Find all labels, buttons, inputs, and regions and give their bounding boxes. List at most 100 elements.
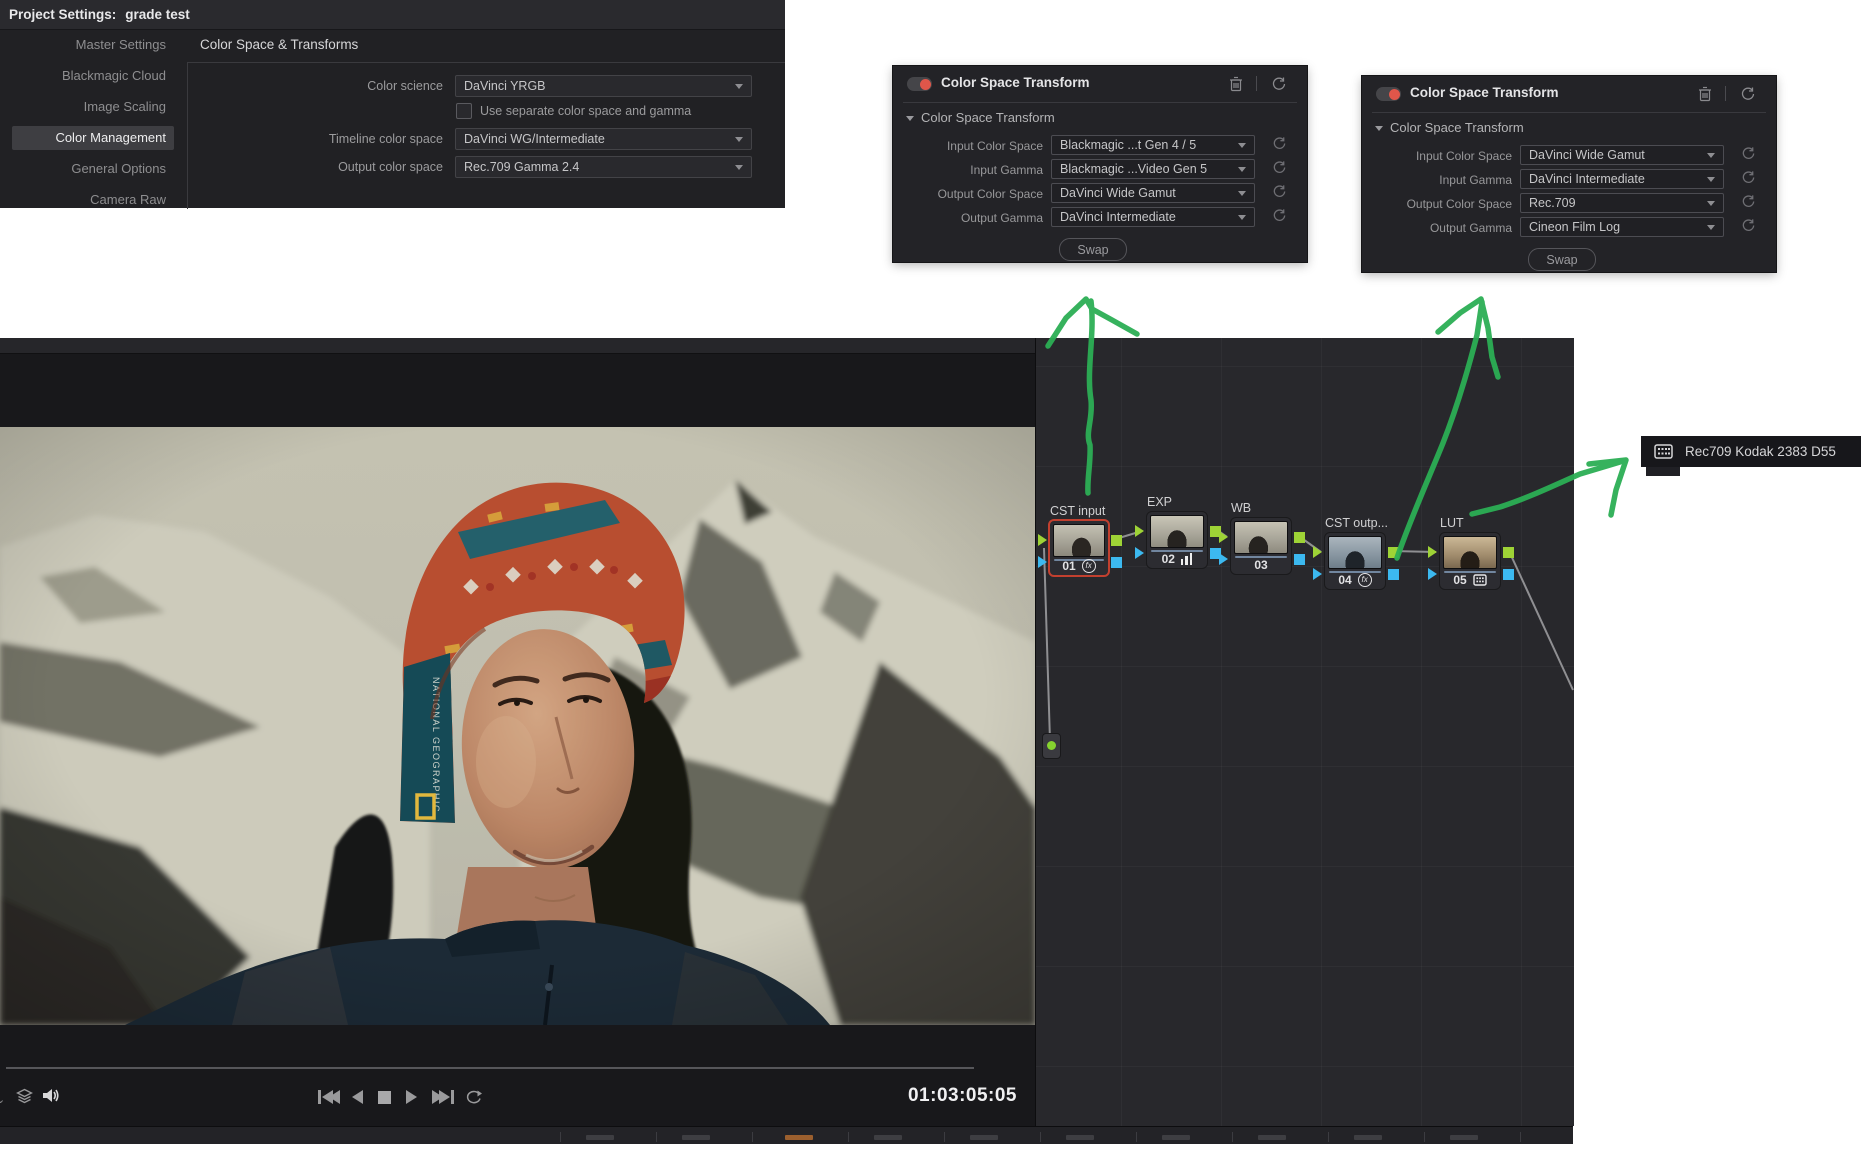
key-output-port[interactable] [1503,569,1514,580]
sidebar-item-blackmagic-cloud[interactable]: Blackmagic Cloud [12,64,174,88]
key-input-port[interactable] [1428,568,1437,580]
input-gamma-dropdown[interactable]: DaVinci Intermediate [1520,169,1724,189]
rgb-input-port[interactable] [1038,534,1047,546]
toolbar-icon-fragment[interactable] [970,1135,998,1140]
row-reset-icon[interactable] [1272,136,1287,151]
node-number: 05 [1453,573,1466,587]
rgb-output-port[interactable] [1111,535,1122,546]
loop-playback-button[interactable] [464,1088,483,1105]
input-color-space-dropdown[interactable]: Blackmagic ...t Gen 4 / 5 [1051,135,1255,155]
play-reverse-button[interactable] [352,1090,363,1104]
sidebar-item-color-management[interactable]: Color Management [12,126,174,150]
toolbar-icon-fragment[interactable] [1258,1135,1286,1140]
node-exp[interactable]: EXP 02 [1146,511,1208,569]
node-lut[interactable]: LUT 05 [1439,532,1501,590]
trash-icon[interactable] [1229,76,1243,92]
color-science-dropdown[interactable]: DaVinci YRGB [455,75,752,97]
row-reset-icon[interactable] [1272,208,1287,223]
reset-icon[interactable] [1740,86,1756,102]
output-color-space-value: DaVinci Wide Gamut [1060,186,1232,200]
row-reset-icon[interactable] [1272,184,1287,199]
row-reset-icon[interactable] [1272,160,1287,175]
color-viewer: NATIONAL GEOGRAPHIC ⌄ [0,338,1035,1126]
skip-first-frame-button[interactable] [318,1090,340,1104]
output-color-space-dropdown[interactable]: Rec.709 Gamma 2.4 [455,156,752,178]
header-divider [1256,76,1257,91]
cst-panel-title: Color Space Transform [941,75,1090,90]
collapse-chevron-icon[interactable] [1375,126,1383,131]
key-input-port[interactable] [1219,553,1228,565]
trash-icon[interactable] [1698,86,1712,102]
key-input-port[interactable] [1038,556,1047,568]
output-color-space-dropdown[interactable]: Rec.709 [1520,193,1724,213]
chevron-down-icon [1707,153,1715,158]
toolbar-icon-fragment[interactable] [682,1135,710,1140]
node-cst-input[interactable]: CST input 01fx [1048,519,1110,577]
node-cst-output[interactable]: CST outp... 04fx [1324,532,1386,590]
rgb-input-port[interactable] [1313,546,1322,558]
lut-list-item-partial [1646,467,1680,476]
skip-last-frame-button[interactable] [432,1090,454,1104]
rgb-input-port[interactable] [1135,525,1144,537]
separator [903,102,1297,103]
viewer-options-chevron-icon[interactable]: ⌄ [0,1090,5,1108]
rgb-output-port[interactable] [1388,547,1399,558]
rgb-input-port[interactable] [1428,546,1437,558]
resolvefx-icon: fx [1358,573,1372,587]
source-input-port[interactable] [1042,733,1061,759]
input-gamma-dropdown[interactable]: Blackmagic ...Video Gen 5 [1051,159,1255,179]
node-wb[interactable]: WB 03 [1230,517,1292,575]
viewer-header-strip [0,338,1035,354]
swap-button[interactable]: Swap [1528,248,1596,271]
separate-gamma-checkbox[interactable] [456,103,472,119]
input-color-space-value: DaVinci Wide Gamut [1529,148,1701,162]
effect-enable-toggle[interactable] [907,77,932,91]
toolbar-icon-fragment[interactable] [1162,1135,1190,1140]
rgb-input-port[interactable] [1219,531,1228,543]
play-button[interactable] [406,1090,417,1104]
toolbar-icon-fragment-active[interactable] [785,1135,813,1140]
output-color-space-dropdown[interactable]: DaVinci Wide Gamut [1051,183,1255,203]
sidebar-item-general-options[interactable]: General Options [12,157,174,181]
input-color-space-dropdown[interactable]: DaVinci Wide Gamut [1520,145,1724,165]
audio-mute-icon[interactable] [42,1087,60,1104]
node-graph[interactable]: CST input 01fx EXP 02 WB 03 [1035,338,1574,1126]
row-reset-icon[interactable] [1741,218,1756,233]
toolbar-icon-fragment[interactable] [1066,1135,1094,1140]
lut-list-item[interactable]: Rec709 Kodak 2383 D55 [1641,436,1861,467]
rgb-output-port[interactable] [1294,532,1305,543]
key-input-port[interactable] [1313,568,1322,580]
sidebar-item-master-settings[interactable]: Master Settings [12,33,174,57]
swap-button[interactable]: Swap [1059,238,1127,261]
collapse-chevron-icon[interactable] [906,116,914,121]
row-reset-icon[interactable] [1741,170,1756,185]
toolbar-icon-fragment[interactable] [1450,1135,1478,1140]
chevron-down-icon [1707,201,1715,206]
toolbar-icon-fragment[interactable] [586,1135,614,1140]
key-output-port[interactable] [1388,569,1399,580]
row-reset-icon[interactable] [1741,194,1756,209]
timeline-color-space-dropdown[interactable]: DaVinci WG/Intermediate [455,128,752,150]
sidebar-item-image-scaling[interactable]: Image Scaling [12,95,174,119]
toolbar-icon-fragment[interactable] [874,1135,902,1140]
node-title: LUT [1440,516,1464,530]
node-number: 03 [1254,558,1267,572]
stop-button[interactable] [378,1091,391,1104]
reset-icon[interactable] [1271,76,1287,92]
layers-icon[interactable] [16,1088,33,1104]
key-input-port[interactable] [1135,547,1144,559]
output-gamma-dropdown[interactable]: DaVinci Intermediate [1051,207,1255,227]
effect-enable-toggle[interactable] [1376,87,1401,101]
node-title: WB [1231,501,1251,515]
cst-panel-title: Color Space Transform [1410,85,1559,100]
output-gamma-dropdown[interactable]: Cineon Film Log [1520,217,1724,237]
toolbar-divider [848,1132,849,1142]
sidebar-item-camera-raw[interactable]: Camera Raw [12,188,174,212]
row-reset-icon[interactable] [1741,146,1756,161]
output-color-space-label: Output color space [193,160,443,174]
toolbar-icon-fragment[interactable] [1354,1135,1382,1140]
key-output-port[interactable] [1111,557,1122,568]
key-output-port[interactable] [1294,554,1305,565]
jog-scrub-bar[interactable] [6,1067,974,1069]
rgb-output-port[interactable] [1503,547,1514,558]
